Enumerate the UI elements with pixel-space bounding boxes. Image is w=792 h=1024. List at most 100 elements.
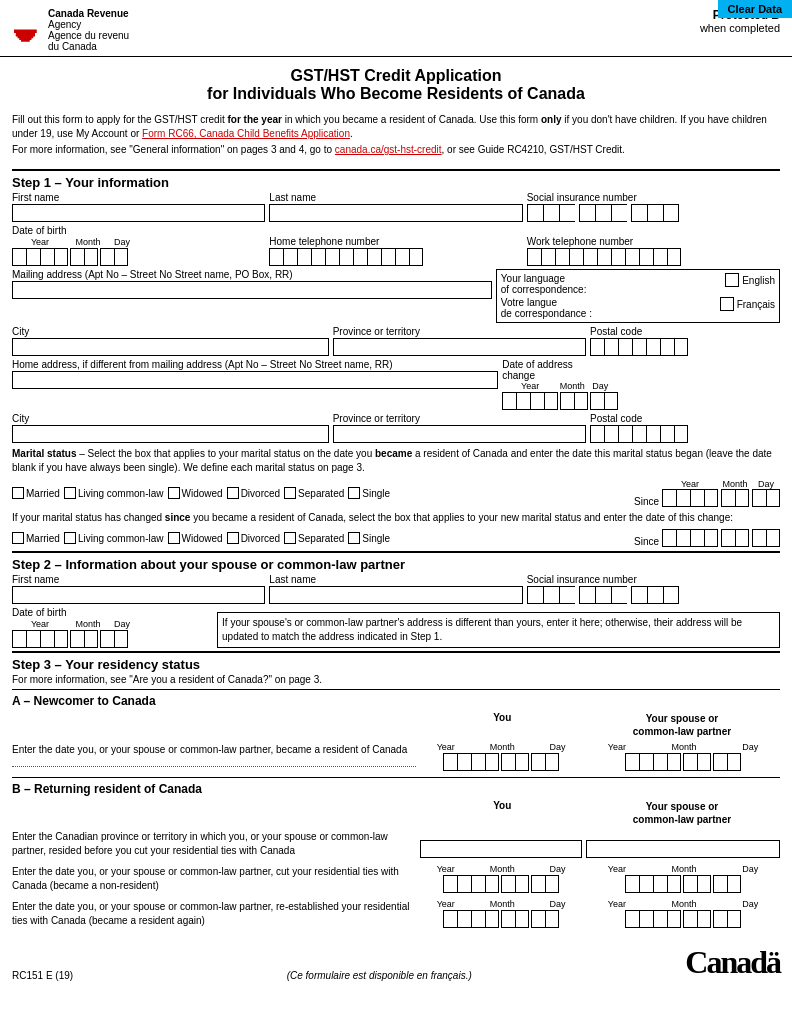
- a1-you-day[interactable]: [531, 753, 559, 771]
- b2-label: Enter the date you, or your spouse or co…: [12, 865, 416, 893]
- home-addr-input[interactable]: [12, 371, 498, 389]
- b3-label: Enter the date you, or your spouse or co…: [12, 900, 416, 928]
- a1-spouse-year[interactable]: [625, 753, 681, 771]
- s2-lastname-input[interactable]: [269, 586, 522, 604]
- s2-dob-month[interactable]: [70, 630, 98, 648]
- city-input[interactable]: [12, 338, 329, 356]
- firstname-input[interactable]: [12, 204, 265, 222]
- b3-spouse-day[interactable]: [713, 910, 741, 928]
- b2-you-month[interactable]: [501, 875, 529, 893]
- s2-firstname-input[interactable]: [12, 586, 265, 604]
- common-law-checkbox2[interactable]: Living common-law: [64, 532, 164, 544]
- b3-spouse-month[interactable]: [683, 910, 711, 928]
- separated-checkbox2[interactable]: Separated: [284, 532, 344, 544]
- s2-dob-year[interactable]: [12, 630, 68, 648]
- b3-you-month[interactable]: [501, 910, 529, 928]
- b3-you-day[interactable]: [531, 910, 559, 928]
- a1-spouse-day[interactable]: [713, 753, 741, 771]
- postal-group: Postal code: [590, 326, 780, 356]
- b3-spouse-year[interactable]: [625, 910, 681, 928]
- single-checkbox1[interactable]: Single: [348, 487, 390, 499]
- b1-you-prov[interactable]: [420, 840, 582, 858]
- step1-body: First name Last name Social insurance nu…: [0, 192, 792, 547]
- common-law-checkbox1[interactable]: Living common-law: [64, 487, 164, 499]
- a1-you-year[interactable]: [443, 753, 499, 771]
- s2-firstname-group: First name: [12, 574, 265, 604]
- married-checkbox2[interactable]: Married: [12, 532, 60, 544]
- dob-day[interactable]: [100, 248, 128, 266]
- postal2-group: Postal code: [590, 413, 780, 443]
- s2-sin-group: Social insurance number: [527, 574, 780, 604]
- section-b: B – Returning resident of Canada You You…: [12, 777, 780, 928]
- mailing-group: Mailing address (Apt No – Street No Stre…: [12, 269, 492, 323]
- dob-year[interactable]: [12, 248, 68, 266]
- english-checkbox[interactable]: [725, 273, 739, 287]
- since-month2[interactable]: [721, 529, 749, 547]
- addr-day[interactable]: [590, 392, 618, 410]
- french-option[interactable]: Français: [720, 297, 775, 311]
- s2-dob-day[interactable]: [100, 630, 128, 648]
- since-year2[interactable]: [662, 529, 718, 547]
- addr-year[interactable]: [502, 392, 558, 410]
- canada-wordmark: Canadä: [685, 944, 780, 981]
- b2-spouse-year[interactable]: [625, 875, 681, 893]
- b1-label: Enter the Canadian province or territory…: [12, 830, 416, 858]
- gst-link[interactable]: canada.ca/gst-hst-credit: [335, 144, 442, 155]
- prov2-group: Province or territory: [333, 413, 586, 443]
- language-group: Your language of correspondence: English…: [496, 269, 780, 323]
- postal2-input[interactable]: [590, 425, 780, 443]
- b2-spouse-day[interactable]: [713, 875, 741, 893]
- date-addr-group: Date of address change Year Month Day: [502, 359, 780, 410]
- sin-cell[interactable]: [527, 204, 543, 222]
- since-year1[interactable]: [662, 489, 718, 507]
- since-day1[interactable]: [752, 489, 780, 507]
- married-checkbox1[interactable]: Married: [12, 487, 60, 499]
- divorced-checkbox1[interactable]: Divorced: [227, 487, 280, 499]
- dob-month[interactable]: [70, 248, 98, 266]
- b1-spouse-prov[interactable]: [586, 840, 780, 858]
- since-group2: Since: [634, 529, 780, 547]
- b2-you-year[interactable]: [443, 875, 499, 893]
- since-day2[interactable]: [752, 529, 780, 547]
- header: ⯋ Canada Revenue Agency Agence du revenu…: [0, 0, 792, 57]
- marital-note: Marital status – Select the box that app…: [12, 447, 780, 475]
- clear-data-button[interactable]: Clear Data: [718, 0, 792, 18]
- province-input[interactable]: [333, 338, 586, 356]
- single-checkbox2[interactable]: Single: [348, 532, 390, 544]
- separated-checkbox1[interactable]: Separated: [284, 487, 344, 499]
- a1-spouse-month[interactable]: [683, 753, 711, 771]
- widowed-checkbox2[interactable]: Widowed: [168, 532, 223, 544]
- french-checkbox[interactable]: [720, 297, 734, 311]
- home-phone-input[interactable]: [269, 248, 522, 266]
- lastname-group: Last name: [269, 192, 522, 222]
- agency-name: Canada Revenue Agency Agence du revenu d…: [48, 8, 129, 52]
- step1-header: Step 1 – Your information: [0, 171, 792, 192]
- city2-group: City: [12, 413, 329, 443]
- postal-input[interactable]: [590, 338, 780, 356]
- marital-change-note: If your marital status has changed since…: [12, 511, 780, 525]
- mailing-input[interactable]: [12, 281, 492, 299]
- step3-body: For more information, see "Are you a res…: [0, 674, 792, 928]
- b2-you-day[interactable]: [531, 875, 559, 893]
- section-a: A – Newcomer to Canada You Your spouse o…: [12, 689, 780, 771]
- widowed-checkbox1[interactable]: Widowed: [168, 487, 223, 499]
- lastname-input[interactable]: [269, 204, 522, 222]
- since-group1: Since Year Month Day: [634, 479, 780, 507]
- s2-sin-input: [527, 586, 780, 604]
- sin-input: [527, 204, 780, 222]
- english-option[interactable]: English: [725, 273, 775, 287]
- b3-you-year[interactable]: [443, 910, 499, 928]
- divorced-checkbox2[interactable]: Divorced: [227, 532, 280, 544]
- step2-header: Step 2 – Information about your spouse o…: [0, 553, 792, 574]
- addr-month[interactable]: [560, 392, 588, 410]
- city-group: City: [12, 326, 329, 356]
- prov-group: Province or territory: [333, 326, 586, 356]
- prov2-input[interactable]: [333, 425, 586, 443]
- since-month1[interactable]: [721, 489, 749, 507]
- city2-input[interactable]: [12, 425, 329, 443]
- work-phone-input[interactable]: [527, 248, 780, 266]
- a1-you-month[interactable]: [501, 753, 529, 771]
- rc66-link[interactable]: Form RC66, Canada Child Benefits Applica…: [142, 128, 350, 139]
- b2-spouse-month[interactable]: [683, 875, 711, 893]
- home-phone-group: Home telephone number: [269, 236, 522, 266]
